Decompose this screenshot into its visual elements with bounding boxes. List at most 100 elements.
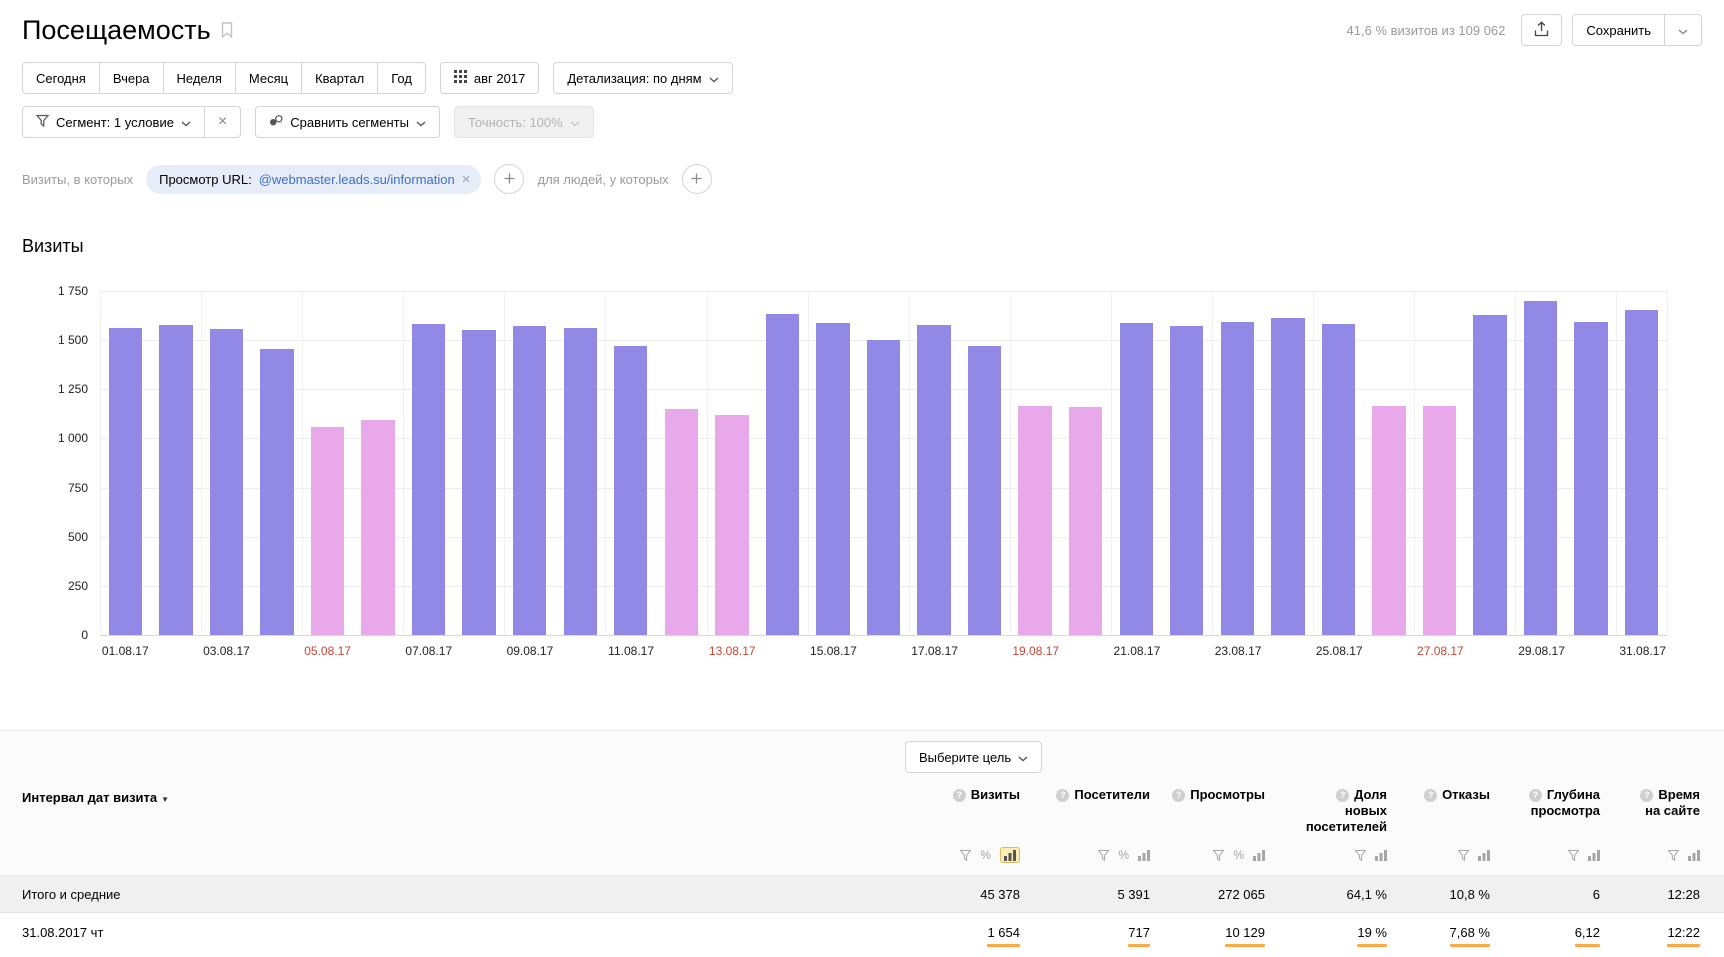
filter-funnel-icon[interactable] <box>1668 849 1679 861</box>
bar-chart-mode-icon-active[interactable] <box>1000 847 1020 863</box>
period-button-4[interactable]: Квартал <box>301 62 379 94</box>
chart-bar[interactable] <box>563 328 597 635</box>
column-header-5[interactable]: ? Глубина просмотра <box>1490 787 1600 819</box>
bar-chart-mode-icon[interactable] <box>1478 849 1490 861</box>
help-icon[interactable]: ? <box>1424 788 1438 802</box>
help-icon[interactable]: ? <box>1640 788 1654 802</box>
chart-bar[interactable] <box>917 325 951 635</box>
percent-mode-icon[interactable]: % <box>1118 848 1129 862</box>
chart-bar[interactable] <box>765 313 800 635</box>
x-axis-tick-label: 13.08.17 <box>708 644 756 658</box>
bar-chart-mode-icon[interactable] <box>1253 849 1265 861</box>
chart-bar[interactable] <box>260 349 294 635</box>
help-icon[interactable]: ? <box>1528 788 1542 802</box>
column-header-date-interval[interactable]: Интервал дат визита ▼ <box>22 787 900 805</box>
filter-funnel-icon[interactable] <box>1458 849 1469 861</box>
bar-chart-mode-icon[interactable] <box>1688 849 1700 861</box>
chart-bar[interactable] <box>1119 323 1153 635</box>
accuracy-button[interactable]: Точность: 100% <box>453 106 594 138</box>
chart-bar[interactable] <box>159 325 193 635</box>
column-header-6[interactable]: ? Время на сайте <box>1600 787 1700 819</box>
help-icon[interactable]: ? <box>952 788 966 802</box>
bar-slot <box>1364 291 1415 635</box>
table-row[interactable]: 31.08.2017 чт 1 654 717 10 129 19 % 7,68 % 6,1… <box>0 913 1724 957</box>
filter-funnel-icon[interactable] <box>1098 849 1110 861</box>
chart-bar[interactable] <box>1068 406 1103 635</box>
add-visit-condition-button[interactable] <box>494 164 525 194</box>
chart-bar[interactable] <box>1372 406 1406 635</box>
filter-funnel-icon[interactable] <box>1213 849 1225 861</box>
month-picker-button[interactable]: авг 2017 <box>439 62 540 94</box>
chart-bar[interactable] <box>614 346 648 635</box>
choose-goal-button[interactable]: Выберите цель <box>905 741 1043 773</box>
chart-bar[interactable] <box>512 326 547 635</box>
chart-bar[interactable] <box>310 426 345 635</box>
filter-funnel-icon[interactable] <box>960 849 972 861</box>
period-button-0[interactable]: Сегодня <box>22 62 100 94</box>
bookmark-icon[interactable] <box>221 22 233 38</box>
table-header-row: Интервал дат визита ▼ ? Визиты? Посетители?… <box>0 779 1724 835</box>
url-filter-chip[interactable]: Просмотр URL: @webmaster.leads.su/inform… <box>146 164 482 194</box>
column-header-4[interactable]: ? Отказы <box>1387 787 1490 803</box>
chart-bar[interactable] <box>967 346 1002 635</box>
bar-slot <box>909 291 960 635</box>
chart-bar[interactable] <box>462 330 496 635</box>
column-header-label: Просмотры <box>1190 787 1265 802</box>
chart-bar[interactable] <box>1321 324 1356 635</box>
remove-filter-icon[interactable]: × <box>462 172 471 187</box>
x-axis-tick-label: 09.08.17 <box>506 644 554 658</box>
chart-bar[interactable] <box>411 324 446 635</box>
bar-chart-mode-icon[interactable] <box>1588 849 1600 861</box>
period-button-1[interactable]: Вчера <box>98 62 164 94</box>
chart-bar[interactable] <box>1422 406 1457 635</box>
gridline-h <box>100 635 1667 636</box>
chart-bar[interactable] <box>209 329 244 635</box>
column-header-1[interactable]: ? Посетители <box>1020 787 1150 803</box>
x-axis-tick-label: 29.08.17 <box>1518 644 1565 658</box>
column-header-0[interactable]: ? Визиты <box>900 787 1020 803</box>
help-icon[interactable]: ? <box>1172 788 1186 802</box>
chart-bar[interactable] <box>866 340 901 635</box>
x-axis-tick-label: 19.08.17 <box>1012 644 1060 658</box>
compare-segments-button[interactable]: Сравнить сегменты <box>255 106 440 138</box>
chart-bar[interactable] <box>361 419 395 635</box>
chart-bar[interactable] <box>1625 309 1659 635</box>
x-axis-tick-label: 03.08.17 <box>203 644 250 658</box>
percent-mode-icon[interactable]: % <box>980 848 991 862</box>
filter-funnel-icon[interactable] <box>1568 849 1579 861</box>
save-dropdown-button[interactable] <box>1664 14 1702 46</box>
help-icon[interactable]: ? <box>1336 788 1350 802</box>
chart-bar[interactable] <box>1271 317 1305 635</box>
help-icon[interactable]: ? <box>1056 788 1070 802</box>
chart-bar[interactable] <box>108 328 142 635</box>
period-button-2[interactable]: Неделя <box>162 62 236 94</box>
chart-bar[interactable] <box>1523 300 1558 635</box>
chart-bar[interactable] <box>1220 322 1254 635</box>
y-axis-tick-label: 1 750 <box>57 284 88 298</box>
period-button-3[interactable]: Месяц <box>234 62 303 94</box>
add-people-condition-button[interactable] <box>681 164 712 194</box>
segment-clear-button[interactable]: × <box>203 106 242 138</box>
bar-chart-mode-icon[interactable] <box>1375 849 1387 861</box>
x-axis-tick-label: 25.08.17 <box>1315 644 1363 658</box>
chart-bar[interactable] <box>715 414 749 635</box>
chart-bar[interactable] <box>664 408 698 635</box>
export-button[interactable] <box>1521 14 1563 46</box>
period-button-5[interactable]: Год <box>377 62 426 94</box>
chart-bar[interactable] <box>1574 322 1608 635</box>
chart-bar[interactable] <box>1170 326 1204 635</box>
filter-funnel-icon[interactable] <box>1355 849 1366 861</box>
column-header-2[interactable]: ? Просмотры <box>1150 787 1265 803</box>
bar-chart-mode-icon[interactable] <box>1138 849 1150 861</box>
column-header-label: Время <box>1658 787 1700 802</box>
segment-button[interactable]: Сегмент: 1 условие <box>22 106 205 138</box>
chart-bar[interactable] <box>816 323 850 635</box>
x-axis-tick-label: 07.08.17 <box>405 644 453 658</box>
detail-level-button[interactable]: Детализация: по дням <box>553 62 733 94</box>
percent-mode-icon[interactable]: % <box>1233 848 1244 862</box>
column-header-3[interactable]: ? Доля новых посетителей <box>1265 787 1387 835</box>
chart-bar[interactable] <box>1473 314 1507 635</box>
chart-bar[interactable] <box>1018 406 1052 635</box>
save-button[interactable]: Сохранить <box>1572 14 1665 46</box>
chip-url-value[interactable]: @webmaster.leads.su/information <box>259 172 455 187</box>
